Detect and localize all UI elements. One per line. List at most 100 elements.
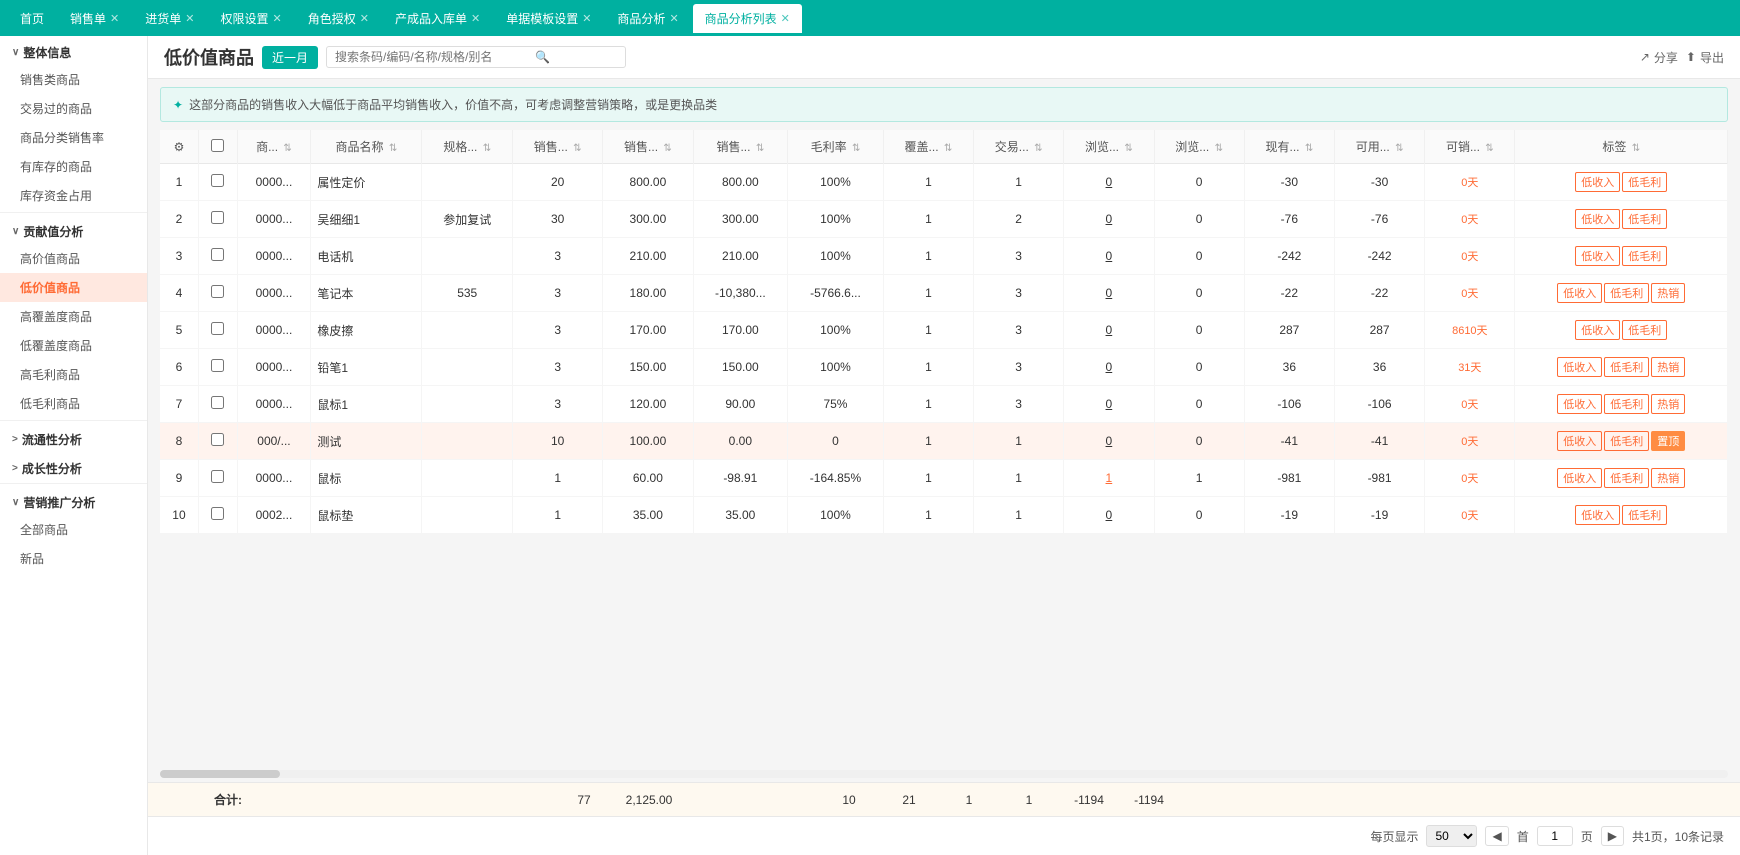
col-stock[interactable]: 现有... ⇅ <box>1244 130 1334 164</box>
search-icon[interactable]: 🔍 <box>535 50 550 64</box>
nav-close-role[interactable]: ✕ <box>360 12 369 25</box>
cell-checkbox[interactable] <box>198 201 237 238</box>
nav-close-analysis-list[interactable]: ✕ <box>781 12 790 25</box>
export-button[interactable]: ⬆ 导出 <box>1686 49 1724 66</box>
sidebar-item-all-goods[interactable]: 全部商品 <box>0 515 147 544</box>
browse-link[interactable]: 1 <box>1106 471 1113 485</box>
sidebar-item-high-value[interactable]: 高价值商品 <box>0 244 147 273</box>
cell-checkbox[interactable] <box>198 275 237 312</box>
nav-purchase-order[interactable]: 进货单 ✕ <box>133 4 206 33</box>
row-checkbox[interactable] <box>211 470 224 483</box>
nav-close-template[interactable]: ✕ <box>582 12 591 25</box>
sidebar-item-sales-goods[interactable]: 销售类商品 <box>0 65 147 94</box>
sidebar-item-high-coverage[interactable]: 高覆盖度商品 <box>0 302 147 331</box>
row-checkbox[interactable] <box>211 211 224 224</box>
cell-browse1[interactable]: 0 <box>1064 312 1154 349</box>
cell-checkbox[interactable] <box>198 386 237 423</box>
sidebar-item-high-margin[interactable]: 高毛利商品 <box>0 360 147 389</box>
browse-link[interactable]: 0 <box>1106 212 1113 226</box>
sidebar-item-low-value[interactable]: 低价值商品 <box>0 273 147 302</box>
cell-checkbox[interactable] <box>198 238 237 275</box>
browse-link[interactable]: 0 <box>1106 508 1113 522</box>
col-coverage[interactable]: 覆盖... ⇅ <box>883 130 973 164</box>
sidebar-group-circulation[interactable]: > 流通性分析 <box>0 423 147 452</box>
col-sellable[interactable]: 可销... ⇅ <box>1425 130 1515 164</box>
sidebar-group-marketing[interactable]: ∨ 营销推广分析 <box>0 486 147 515</box>
sidebar-item-category-rate[interactable]: 商品分类销售率 <box>0 123 147 152</box>
cell-browse1[interactable]: 0 <box>1064 275 1154 312</box>
nav-sales-order[interactable]: 销售单 ✕ <box>58 4 131 33</box>
cell-browse1[interactable]: 0 <box>1064 349 1154 386</box>
col-checkbox[interactable] <box>198 130 237 164</box>
col-margin[interactable]: 毛利率 ⇅ <box>788 130 884 164</box>
cell-browse1[interactable]: 0 <box>1064 201 1154 238</box>
sidebar-item-low-margin[interactable]: 低毛利商品 <box>0 389 147 418</box>
nav-template-settings[interactable]: 单据模板设置 ✕ <box>494 4 603 33</box>
per-page-select[interactable]: 50 100 <box>1426 825 1477 847</box>
cell-checkbox[interactable] <box>198 497 237 534</box>
filter-recent-month-button[interactable]: 近一月 <box>262 46 318 69</box>
col-code[interactable]: 商... ⇅ <box>237 130 311 164</box>
col-name[interactable]: 商品名称 ⇅ <box>311 130 422 164</box>
browse-link[interactable]: 0 <box>1106 175 1113 189</box>
cell-checkbox[interactable] <box>198 349 237 386</box>
cell-browse1[interactable]: 0 <box>1064 497 1154 534</box>
cell-checkbox[interactable] <box>198 423 237 460</box>
nav-close-analysis[interactable]: ✕ <box>669 12 678 25</box>
sidebar-item-low-coverage[interactable]: 低覆盖度商品 <box>0 331 147 360</box>
browse-link[interactable]: 0 <box>1106 249 1113 263</box>
col-sales1[interactable]: 销售... ⇅ <box>603 130 693 164</box>
share-button[interactable]: ↗ 分享 <box>1640 49 1678 66</box>
browse-link[interactable]: 0 <box>1106 397 1113 411</box>
first-page-button[interactable]: ◀ <box>1485 826 1508 846</box>
col-settings[interactable]: ⚙ <box>160 130 198 164</box>
col-deals[interactable]: 交易... ⇅ <box>974 130 1064 164</box>
row-checkbox[interactable] <box>211 174 224 187</box>
browse-link[interactable]: 0 <box>1106 286 1113 300</box>
scrollbar-thumb[interactable] <box>160 770 280 778</box>
sidebar-item-traded-goods[interactable]: 交易过的商品 <box>0 94 147 123</box>
nav-home[interactable]: 首页 <box>8 4 56 33</box>
cell-browse1[interactable]: 0 <box>1064 423 1154 460</box>
cell-checkbox[interactable] <box>198 164 237 201</box>
nav-role-auth[interactable]: 角色授权 ✕ <box>296 4 381 33</box>
row-checkbox[interactable] <box>211 359 224 372</box>
nav-close-inbound[interactable]: ✕ <box>471 12 480 25</box>
sidebar-item-stock-capital[interactable]: 库存资金占用 <box>0 181 147 210</box>
col-browse1[interactable]: 浏览... ⇅ <box>1064 130 1154 164</box>
select-all-checkbox[interactable] <box>211 139 224 152</box>
row-checkbox[interactable] <box>211 248 224 261</box>
row-checkbox[interactable] <box>211 507 224 520</box>
nav-product-inbound[interactable]: 产成品入库单 ✕ <box>383 4 492 33</box>
search-input[interactable] <box>335 50 535 64</box>
cell-browse1[interactable]: 0 <box>1064 164 1154 201</box>
col-available[interactable]: 可用... ⇅ <box>1334 130 1424 164</box>
row-checkbox[interactable] <box>211 322 224 335</box>
sidebar-item-stock-goods[interactable]: 有库存的商品 <box>0 152 147 181</box>
col-browse2[interactable]: 浏览... ⇅ <box>1154 130 1244 164</box>
col-qty[interactable]: 销售... ⇅ <box>513 130 603 164</box>
nav-permission-settings[interactable]: 权限设置 ✕ <box>208 4 293 33</box>
col-spec[interactable]: 规格... ⇅ <box>422 130 513 164</box>
row-checkbox[interactable] <box>211 433 224 446</box>
sidebar-item-new-goods[interactable]: 新品 <box>0 544 147 573</box>
nav-close-permission[interactable]: ✕ <box>273 12 282 25</box>
nav-close-purchase[interactable]: ✕ <box>185 12 194 25</box>
next-page-button[interactable]: ▶ <box>1601 826 1624 846</box>
sidebar-group-overall[interactable]: ∨ 整体信息 <box>0 36 147 65</box>
browse-link[interactable]: 0 <box>1106 434 1113 448</box>
horizontal-scrollbar[interactable] <box>160 770 1728 778</box>
col-tags[interactable]: 标签 ⇅ <box>1515 130 1728 164</box>
browse-link[interactable]: 0 <box>1106 360 1113 374</box>
nav-product-analysis[interactable]: 商品分析 ✕ <box>605 4 690 33</box>
row-checkbox[interactable] <box>211 396 224 409</box>
nav-product-analysis-list[interactable]: 商品分析列表 ✕ <box>693 4 802 33</box>
row-checkbox[interactable] <box>211 285 224 298</box>
table-container[interactable]: ⚙ 商... ⇅ 商品名称 ⇅ 规格... ⇅ 销售... ⇅ 销售... ⇅ … <box>160 130 1728 770</box>
cell-browse1[interactable]: 1 <box>1064 460 1154 497</box>
nav-close-sales[interactable]: ✕ <box>110 12 119 25</box>
browse-link[interactable]: 0 <box>1106 323 1113 337</box>
col-sales2[interactable]: 销售... ⇅ <box>693 130 788 164</box>
page-number-input[interactable] <box>1537 826 1573 846</box>
cell-browse1[interactable]: 0 <box>1064 386 1154 423</box>
